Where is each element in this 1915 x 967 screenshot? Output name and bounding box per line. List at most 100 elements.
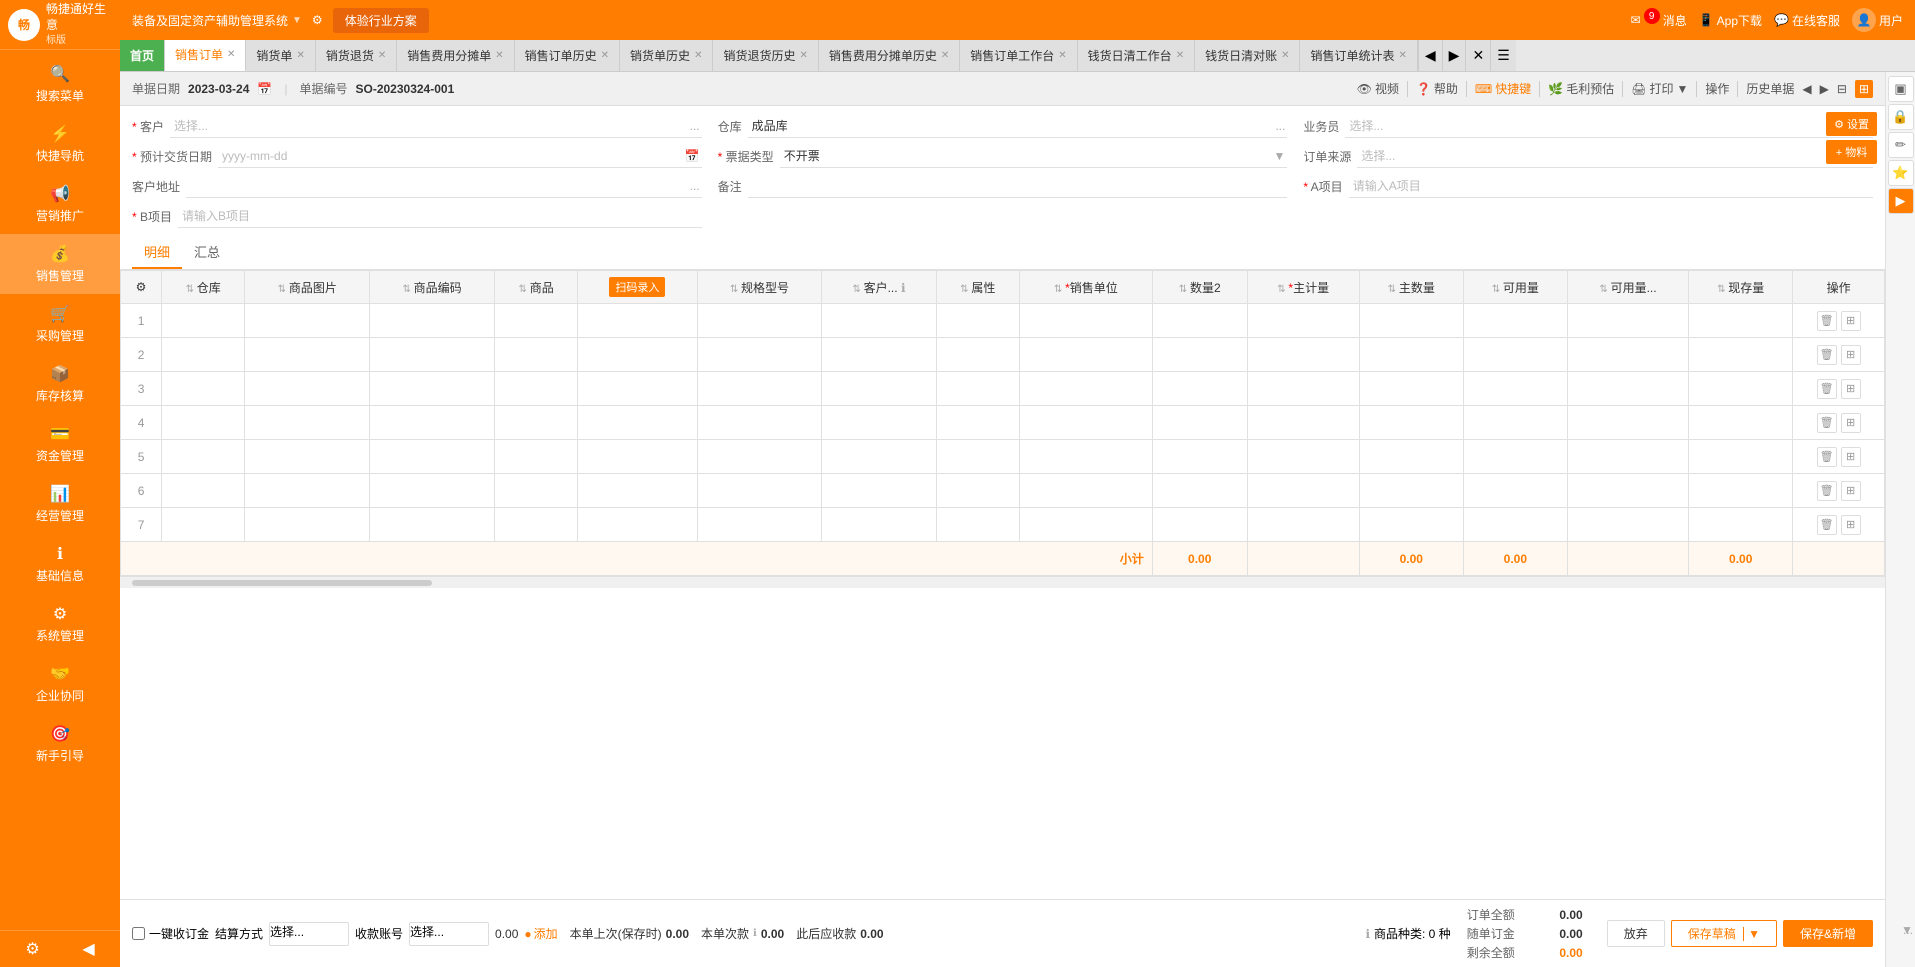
th-stock[interactable]: 现存量 (1689, 271, 1793, 304)
tab-sales-expense[interactable]: 销售费用分摊单 ✕ (397, 40, 514, 72)
sidebar-item-basic[interactable]: ℹ 基础信息 (0, 534, 120, 594)
tab-close-icon[interactable]: ✕ (1281, 50, 1289, 61)
horizontal-scrollbar[interactable] (120, 576, 1885, 588)
save-draft-btn[interactable]: 保存草稿 ▼ (1671, 920, 1777, 947)
row-product[interactable] (494, 304, 577, 338)
th-unit[interactable]: *销售单位 (1019, 271, 1152, 304)
sidebar-item-system[interactable]: ⚙ 系统管理 (0, 594, 120, 654)
warehouse-more-icon[interactable]: ... (1275, 119, 1285, 133)
copy-row-btn[interactable]: ⊞ (1841, 481, 1861, 501)
row-main-unit[interactable] (1247, 304, 1359, 338)
tab-sales-goods[interactable]: 销货单 ✕ (246, 40, 315, 72)
view-btn[interactable]: 👁 视频 (1357, 80, 1399, 97)
profit-btn[interactable]: 🌿 毛利预估 (1548, 80, 1614, 97)
delete-row-btn[interactable]: 🗑 (1817, 413, 1837, 433)
payment-method-select[interactable]: 选择... ▼ (269, 922, 349, 946)
row-qty2[interactable] (1152, 304, 1247, 338)
tab-daily-workspace[interactable]: 钱货日清工作台 ✕ (1078, 40, 1195, 72)
delete-row-btn[interactable]: 🗑 (1817, 311, 1837, 331)
sidebar-collapse-icon[interactable]: ◀ (82, 939, 94, 959)
th-code[interactable]: 商品编码 (370, 271, 495, 304)
th-barcode[interactable]: 扫码录入 (578, 271, 697, 304)
calendar-icon[interactable]: 📅 (685, 149, 700, 163)
th-image[interactable]: 商品图片 (245, 271, 370, 304)
tab-menu-btn[interactable]: ☰ (1490, 40, 1516, 72)
tab-goods-history[interactable]: 销货单历史 ✕ (620, 40, 713, 72)
row-warehouse[interactable] (162, 304, 245, 338)
tab-close-icon[interactable]: ✕ (227, 49, 235, 60)
tab-sales-stats[interactable]: 销售订单统计表 ✕ (1300, 40, 1417, 72)
sidebar-item-purchase[interactable]: 🛒 采购管理 (0, 294, 120, 354)
table-container[interactable]: ⚙ 仓库 商品图片 商品编码 商品 扫码录入 规格型号 客户... ℹ (120, 270, 1885, 899)
tab-close-all-btn[interactable]: ✕ (1465, 40, 1490, 72)
tab-close-icon[interactable]: ✕ (1058, 50, 1066, 61)
tab-summary[interactable]: 汇总 (182, 236, 232, 269)
orange-layout-btn[interactable]: ⊞ (1855, 80, 1873, 98)
scroll-thumb[interactable] (132, 580, 432, 586)
rp-star-btn[interactable]: ⭐ (1888, 160, 1914, 186)
row-customer-code[interactable] (822, 304, 936, 338)
customer-more-icon[interactable]: ... (690, 119, 700, 133)
copy-row-btn[interactable]: ⊞ (1841, 413, 1861, 433)
print-btn[interactable]: 🖨 打印 ▼ (1631, 80, 1688, 97)
tab-close-icon[interactable]: ✕ (601, 50, 609, 61)
address-more-icon[interactable]: ... (690, 179, 700, 193)
th-warehouse[interactable]: 仓库 (162, 271, 245, 304)
copy-row-btn[interactable]: ⊞ (1841, 379, 1861, 399)
tab-expense-history[interactable]: 销售费用分摊单历史 ✕ (819, 40, 960, 72)
save-new-btn[interactable]: 保存&新增 (1783, 920, 1873, 947)
layout-btn[interactable]: ⊟ (1837, 82, 1847, 96)
tab-close-icon[interactable]: ✕ (378, 50, 386, 61)
sidebar-item-inventory[interactable]: 📦 库存核算 (0, 354, 120, 414)
staff-input[interactable]: 选择... ... (1345, 114, 1873, 138)
a-project-input[interactable]: 请输入A项目 (1349, 174, 1873, 198)
tab-detail[interactable]: 明细 (132, 236, 182, 269)
tab-sales-order[interactable]: 销售订单 ✕ (165, 40, 246, 72)
th-available2[interactable]: 可用量... (1567, 271, 1688, 304)
discard-btn[interactable]: 放弃 (1607, 920, 1665, 947)
user-item[interactable]: 👤 用户 (1852, 8, 1903, 32)
app-download-item[interactable]: 📱 App下载 (1699, 12, 1762, 29)
rp-lock-btn[interactable]: 🔒 (1888, 104, 1914, 130)
next-record-btn[interactable]: ▶ (1820, 82, 1829, 96)
row-spec[interactable] (697, 304, 822, 338)
th-customer-code[interactable]: 客户... ℹ (822, 271, 936, 304)
shortcut-btn[interactable]: ⌨ 快捷键 (1475, 80, 1531, 97)
th-spec[interactable]: 规格型号 (697, 271, 822, 304)
tab-close-icon[interactable]: ✕ (495, 50, 503, 61)
th-config[interactable]: ⚙ (121, 271, 162, 304)
th-product[interactable]: 商品 (494, 271, 577, 304)
row-code[interactable] (370, 304, 495, 338)
industry-btn[interactable]: 体验行业方案 (333, 8, 429, 33)
note-input[interactable] (748, 174, 1288, 198)
save-draft-dropdown-icon[interactable]: ▼ (1743, 927, 1760, 941)
th-main-unit[interactable]: *主计量 (1247, 271, 1359, 304)
add-payment-btn[interactable]: ● 添加 (524, 925, 557, 942)
tab-prev-btn[interactable]: ◀ (1418, 40, 1442, 72)
history-btn[interactable]: 历史单据 (1746, 80, 1794, 97)
delete-row-btn[interactable]: 🗑 (1817, 379, 1837, 399)
sidebar-item-operations[interactable]: 📊 经营管理 (0, 474, 120, 534)
tab-close-icon[interactable]: ✕ (799, 50, 807, 61)
settings-btn[interactable]: ⚙ 设置 (1826, 112, 1877, 136)
settings-gear-btn[interactable]: ⚙ (312, 13, 323, 27)
tab-close-icon[interactable]: ✕ (296, 50, 304, 61)
add-material-btn[interactable]: + 物料 (1826, 140, 1877, 164)
tab-close-icon[interactable]: ✕ (1399, 50, 1407, 61)
tab-daily-reconcile[interactable]: 钱货日清对账 ✕ (1195, 40, 1300, 72)
tab-return-history[interactable]: 销货退货历史 ✕ (713, 40, 818, 72)
barcode-btn[interactable]: 扫码录入 (609, 277, 665, 297)
th-qty2[interactable]: 数量2 (1152, 271, 1247, 304)
copy-row-btn[interactable]: ⊞ (1841, 345, 1861, 365)
row-unit[interactable] (1019, 304, 1152, 338)
copy-row-btn[interactable]: ⊞ (1841, 447, 1861, 467)
delete-row-btn[interactable]: 🗑 (1817, 481, 1837, 501)
tab-close-icon[interactable]: ✕ (694, 50, 702, 61)
tab-sales-history[interactable]: 销售订单历史 ✕ (515, 40, 620, 72)
tab-order-workspace[interactable]: 销售订单工作台 ✕ (960, 40, 1077, 72)
message-item[interactable]: ✉ 9 消息 (1631, 12, 1687, 29)
th-attr[interactable]: 属性 (936, 271, 1019, 304)
delete-row-btn[interactable]: 🗑 (1817, 447, 1837, 467)
warehouse-input[interactable]: 成品库 ... (748, 114, 1288, 138)
tab-next-btn[interactable]: ▶ (1442, 40, 1466, 72)
